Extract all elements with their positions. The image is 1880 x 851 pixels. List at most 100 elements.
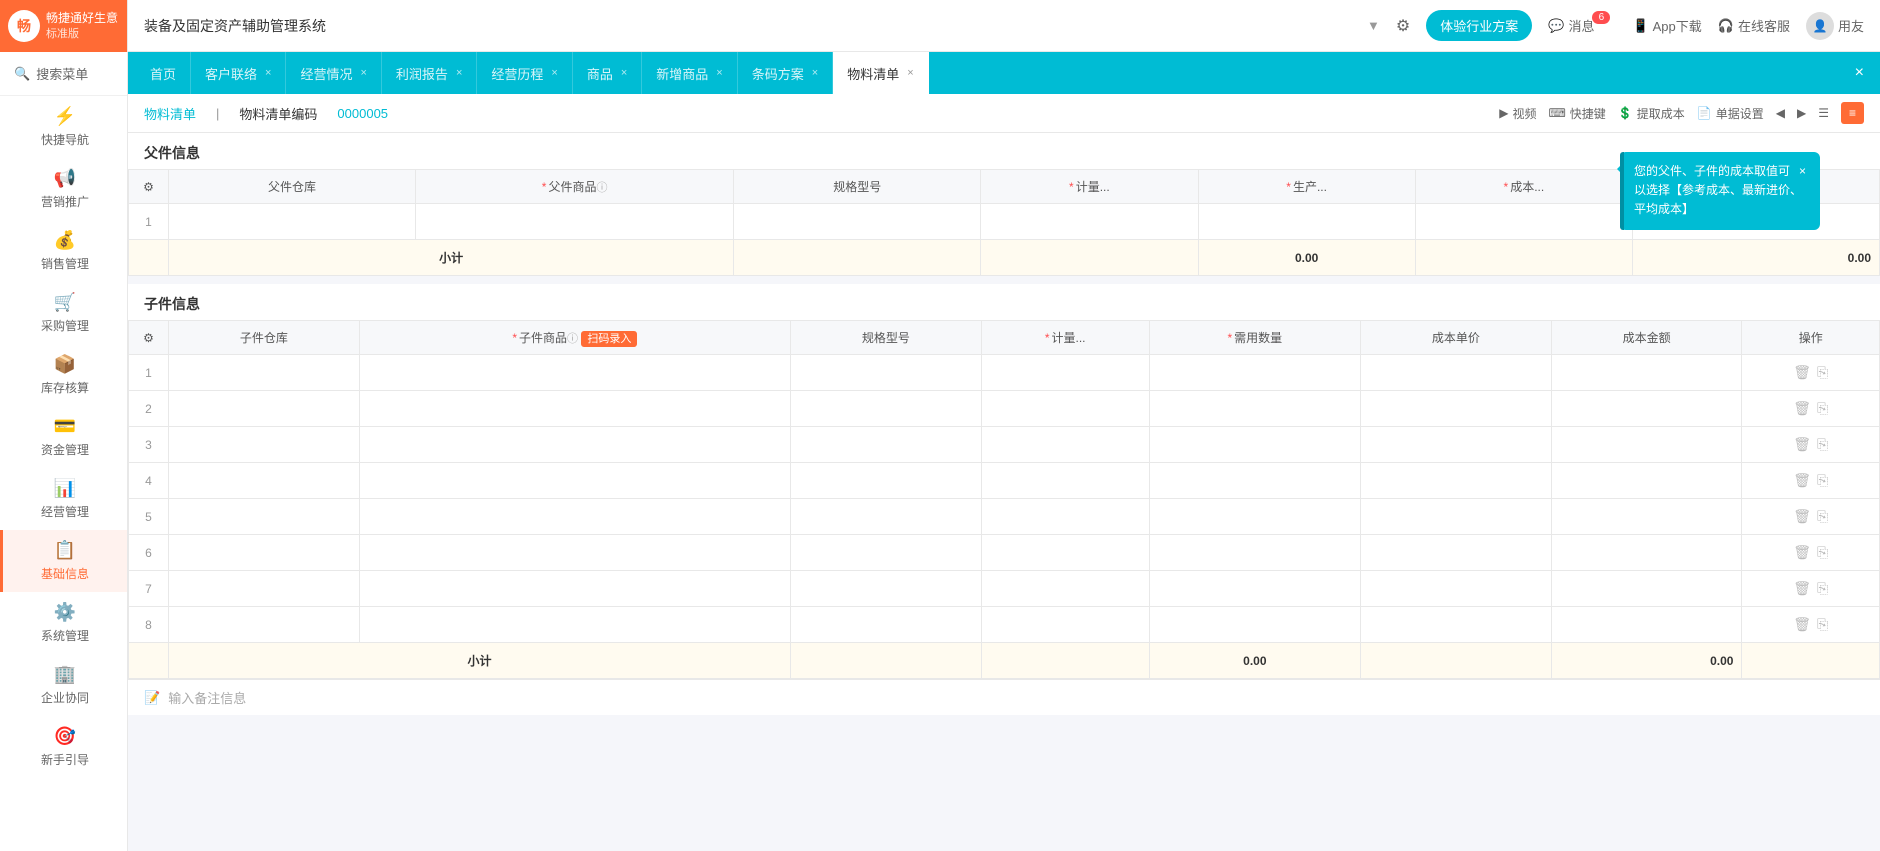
- note-label[interactable]: 输入备注信息: [168, 688, 246, 707]
- child-row-3-unit-price[interactable]: [1361, 427, 1552, 463]
- child-col-settings[interactable]: ⚙: [129, 321, 169, 355]
- prev-button[interactable]: ◀: [1776, 106, 1785, 120]
- tab-new-goods-close[interactable]: ×: [716, 67, 722, 79]
- child-row-8-unit[interactable]: [981, 607, 1149, 643]
- child-row-5-unit[interactable]: [981, 499, 1149, 535]
- tab-goods-close[interactable]: ×: [621, 67, 627, 79]
- child-row-4-unit-price[interactable]: [1361, 463, 1552, 499]
- sidebar-item-promotion[interactable]: 📢 营销推广: [0, 158, 127, 220]
- search-menu-button[interactable]: 🔍 搜索菜单: [8, 60, 119, 87]
- tab-bom[interactable]: 物料清单 ×: [833, 52, 928, 94]
- tab-customer[interactable]: 客户联络 ×: [191, 52, 286, 94]
- online-service-button[interactable]: 🎧 在线客服: [1718, 16, 1790, 35]
- settings-icon[interactable]: ⚙: [1396, 16, 1410, 36]
- copy-icon-2[interactable]: ⎘: [1817, 400, 1828, 417]
- tab-profit[interactable]: 利润报告 ×: [382, 52, 477, 94]
- user-menu[interactable]: 👤 用友: [1806, 12, 1864, 40]
- child-row-1-spec[interactable]: [791, 355, 982, 391]
- parent-col-settings[interactable]: ⚙: [129, 170, 169, 204]
- tab-bom-close[interactable]: ×: [907, 67, 913, 79]
- child-row-7-unit[interactable]: [981, 571, 1149, 607]
- child-row-5-spec[interactable]: [791, 499, 982, 535]
- child-row-5-unit-price[interactable]: [1361, 499, 1552, 535]
- child-row-6-unit-price[interactable]: [1361, 535, 1552, 571]
- sidebar-item-basic[interactable]: 📋 基础信息: [0, 530, 127, 592]
- parent-row-1-unit[interactable]: [981, 204, 1198, 240]
- app-download-button[interactable]: 📱 App下载: [1632, 16, 1701, 35]
- sidebar-item-system[interactable]: ⚙️ 系统管理: [0, 592, 127, 654]
- delete-icon-2[interactable]: 🗑: [1793, 400, 1811, 417]
- tab-barcode-close[interactable]: ×: [812, 67, 818, 79]
- child-row-7-unit-price[interactable]: [1361, 571, 1552, 607]
- tab-profit-close[interactable]: ×: [456, 67, 462, 79]
- tab-goods[interactable]: 商品 ×: [573, 52, 642, 94]
- tooltip-close-button[interactable]: ×: [1799, 162, 1806, 181]
- child-row-3-warehouse[interactable]: [169, 427, 360, 463]
- delete-icon-5[interactable]: 🗑: [1793, 508, 1811, 525]
- copy-icon-5[interactable]: ⎘: [1817, 508, 1828, 525]
- parent-row-1-cost[interactable]: [1415, 204, 1632, 240]
- child-row-3-unit[interactable]: [981, 427, 1149, 463]
- tab-new-goods[interactable]: 新增商品 ×: [642, 52, 737, 94]
- sidebar-item-finance[interactable]: 💳 资金管理: [0, 406, 127, 468]
- child-row-5-qty[interactable]: [1149, 499, 1361, 535]
- tab-customer-close[interactable]: ×: [265, 67, 271, 79]
- child-row-2-spec[interactable]: [791, 391, 982, 427]
- breadcrumb-parent[interactable]: 物料清单: [144, 104, 196, 123]
- sidebar-item-corp[interactable]: 🏢 企业协同: [0, 654, 127, 716]
- child-row-7-product[interactable]: [359, 571, 790, 607]
- copy-icon-8[interactable]: ⎘: [1817, 616, 1828, 633]
- single-settings-button[interactable]: 📄 单据设置: [1697, 105, 1764, 122]
- child-row-7-warehouse[interactable]: [169, 571, 360, 607]
- copy-icon-1[interactable]: ⎘: [1817, 364, 1828, 381]
- copy-icon-7[interactable]: ⎘: [1817, 580, 1828, 597]
- more-button[interactable]: ≡: [1841, 102, 1864, 124]
- copy-icon-3[interactable]: ⎘: [1817, 436, 1828, 453]
- tab-history[interactable]: 经营历程 ×: [477, 52, 572, 94]
- child-row-3-product[interactable]: [359, 427, 790, 463]
- tab-operation[interactable]: 经营情况 ×: [286, 52, 381, 94]
- child-row-2-warehouse[interactable]: [169, 391, 360, 427]
- tab-history-close[interactable]: ×: [551, 67, 557, 79]
- delete-icon-1[interactable]: 🗑: [1793, 364, 1811, 381]
- child-row-8-spec[interactable]: [791, 607, 982, 643]
- view-button[interactable]: ▶ 视频: [1499, 105, 1536, 122]
- parent-row-1-spec[interactable]: [734, 204, 981, 240]
- child-row-6-spec[interactable]: [791, 535, 982, 571]
- child-row-6-qty[interactable]: [1149, 535, 1361, 571]
- child-row-8-unit-price[interactable]: [1361, 607, 1552, 643]
- child-row-2-product[interactable]: [359, 391, 790, 427]
- child-row-1-unit[interactable]: [981, 355, 1149, 391]
- child-row-1-unit-price[interactable]: [1361, 355, 1552, 391]
- delete-icon-6[interactable]: 🗑: [1793, 544, 1811, 561]
- child-row-5-product[interactable]: [359, 499, 790, 535]
- child-row-6-product[interactable]: [359, 535, 790, 571]
- child-row-6-unit[interactable]: [981, 535, 1149, 571]
- copy-icon-6[interactable]: ⎘: [1817, 544, 1828, 561]
- child-row-2-unit-price[interactable]: [1361, 391, 1552, 427]
- experience-button[interactable]: 体验行业方案: [1426, 10, 1532, 41]
- delete-icon-8[interactable]: 🗑: [1793, 616, 1811, 633]
- message-button[interactable]: 💬 消息 6: [1548, 16, 1616, 35]
- parent-row-1-product[interactable]: [415, 204, 733, 240]
- child-row-7-qty[interactable]: [1149, 571, 1361, 607]
- extract-cost-button[interactable]: 💲 提取成本: [1618, 105, 1685, 122]
- shortcut-button[interactable]: ⌨ 快捷键: [1548, 105, 1605, 122]
- tab-barcode[interactable]: 条码方案 ×: [738, 52, 833, 94]
- sidebar-item-guide[interactable]: 🎯 新手引导: [0, 716, 127, 778]
- copy-icon-4[interactable]: ⎘: [1817, 472, 1828, 489]
- child-row-2-qty[interactable]: [1149, 391, 1361, 427]
- expand-dropdown-icon[interactable]: ▼: [1367, 18, 1380, 33]
- child-row-7-spec[interactable]: [791, 571, 982, 607]
- child-row-6-warehouse[interactable]: [169, 535, 360, 571]
- tab-operation-close[interactable]: ×: [360, 67, 366, 79]
- child-row-8-product[interactable]: [359, 607, 790, 643]
- child-row-4-warehouse[interactable]: [169, 463, 360, 499]
- child-row-3-qty[interactable]: [1149, 427, 1361, 463]
- grid-view-button[interactable]: ☰: [1818, 106, 1829, 120]
- child-row-4-unit[interactable]: [981, 463, 1149, 499]
- child-row-1-warehouse[interactable]: [169, 355, 360, 391]
- sidebar-item-inventory[interactable]: 📦 库存核算: [0, 344, 127, 406]
- tab-bar-close-button[interactable]: ×: [1847, 64, 1872, 82]
- delete-icon-7[interactable]: 🗑: [1793, 580, 1811, 597]
